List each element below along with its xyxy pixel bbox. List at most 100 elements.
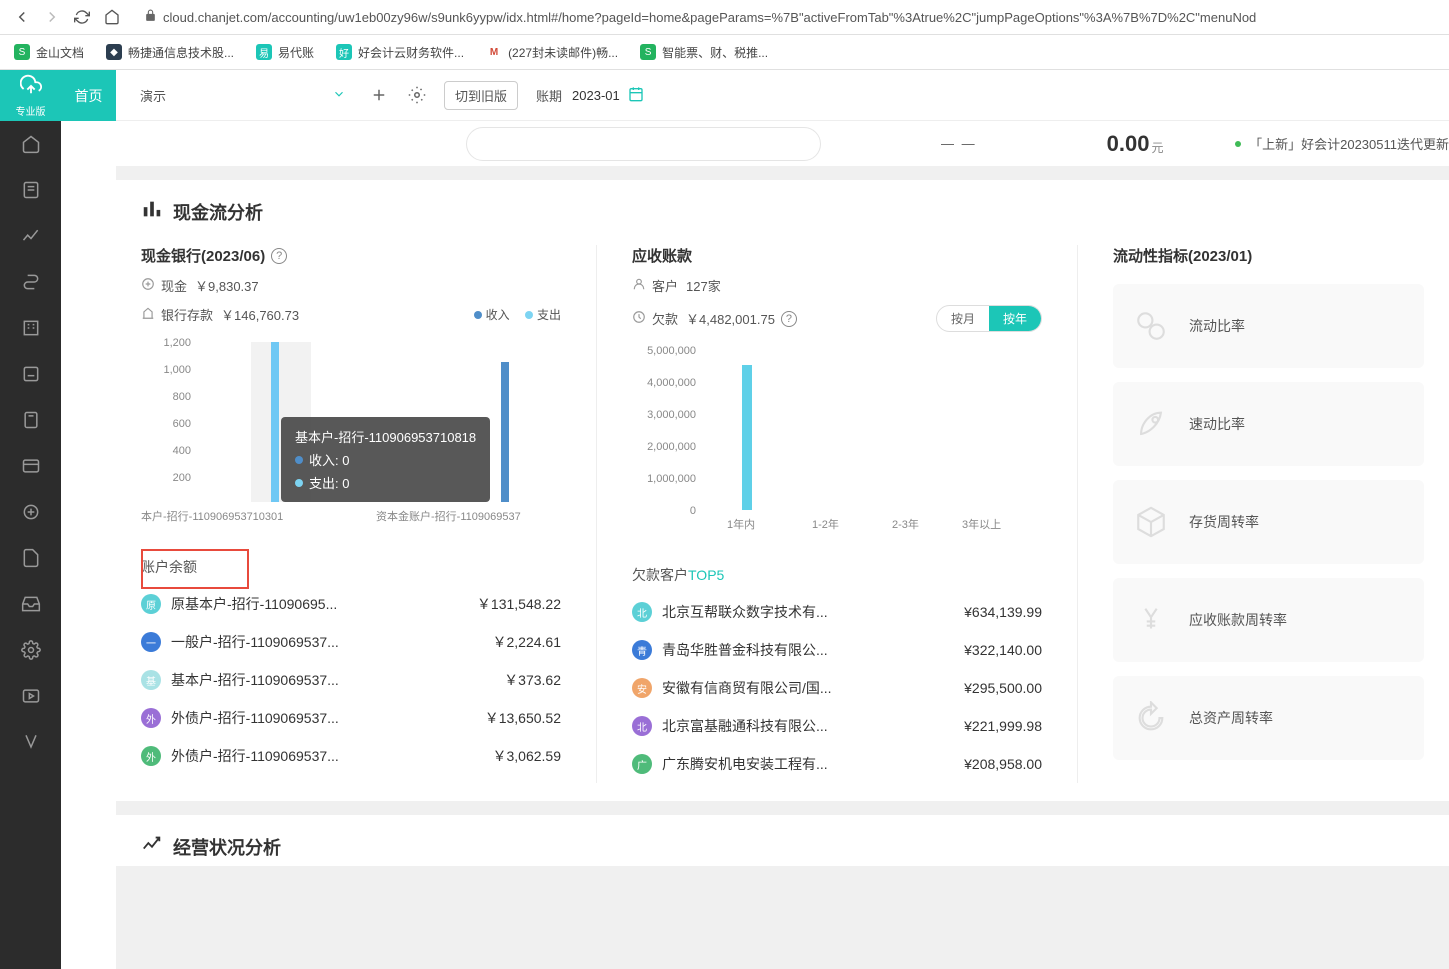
- section-title: 现金流分析: [141, 198, 1424, 225]
- chart-tooltip: 基本户-招行-110906953710818 收入: 0 支出: 0: [281, 417, 490, 502]
- owe-stat: 欠款 ￥4,482,001.75 ? 按月 按年: [632, 305, 1042, 332]
- chart-bar[interactable]: [742, 365, 752, 510]
- toggle-month[interactable]: 按月: [937, 306, 989, 331]
- nav-video-icon[interactable]: [0, 673, 61, 719]
- badge-icon: 一: [141, 632, 161, 652]
- metric-card[interactable]: 流动比率: [1113, 284, 1424, 368]
- amount-zero: 0.00: [1107, 131, 1150, 157]
- highlight-box: [141, 549, 249, 589]
- chart-legend: 收入 支出: [462, 306, 561, 323]
- nav-building-icon[interactable]: [0, 305, 61, 351]
- forward-button[interactable]: [40, 5, 64, 29]
- product-edition: 专业版: [16, 103, 46, 118]
- bookmark-item[interactable]: 好好会计云财务软件...: [336, 44, 464, 61]
- nav-report-icon[interactable]: [0, 213, 61, 259]
- lock-icon: [144, 9, 157, 25]
- chart-bar[interactable]: [501, 362, 509, 502]
- balance-row[interactable]: 外外债户-招行-1109069537...￥3,062.59: [141, 737, 561, 775]
- top-toolbar: 演示 切到旧版 账期 2023-01: [116, 70, 1449, 121]
- bar-chart-icon: [141, 198, 163, 225]
- metric-card[interactable]: 应收账款周转率: [1113, 578, 1424, 662]
- nav-calc-icon[interactable]: [0, 397, 61, 443]
- chevron-down-icon: [332, 87, 346, 104]
- gear-button[interactable]: [400, 78, 434, 112]
- badge-icon: 基: [141, 670, 161, 690]
- back-button[interactable]: [10, 5, 34, 29]
- ratio-icon: [1131, 306, 1171, 346]
- bookmark-item[interactable]: 易易代账: [256, 44, 314, 61]
- nav-voucher-icon[interactable]: [0, 167, 61, 213]
- badge-icon: 广: [632, 754, 652, 774]
- balance-row[interactable]: 一一般户-招行-1109069537...￥2,224.61: [141, 623, 561, 661]
- bookmark-item[interactable]: ◆畅捷通信息技术股...: [106, 44, 234, 61]
- top5-row[interactable]: 广广东腾安机电安装工程有...¥208,958.00: [632, 745, 1042, 783]
- news-ticker[interactable]: 「上新」好会计20230511迭代更新: [1235, 134, 1449, 153]
- balance-row[interactable]: 外外债户-招行-1109069537...￥13,650.52: [141, 699, 561, 737]
- product-logo[interactable]: 专业版: [0, 70, 61, 121]
- nav-inbox-icon[interactable]: [0, 581, 61, 627]
- home-button[interactable]: [100, 5, 124, 29]
- plus-button[interactable]: [362, 78, 396, 112]
- news-text: 「上新」好会计20230511迭代更新: [1249, 134, 1449, 153]
- address-bar[interactable]: cloud.chanjet.com/accounting/uw1eb00zy96…: [130, 9, 1439, 25]
- receivable-title: 应收账款: [632, 245, 1042, 266]
- nav-archive-icon[interactable]: [0, 443, 61, 489]
- search-pill[interactable]: [466, 127, 821, 161]
- help-icon[interactable]: ?: [271, 248, 287, 264]
- top5-row[interactable]: 安安徽有信商贸有限公司/国...¥295,500.00: [632, 669, 1042, 707]
- liquidity-title: 流动性指标(2023/01): [1113, 245, 1424, 266]
- nav-home-icon[interactable]: [0, 121, 61, 167]
- receivable-chart[interactable]: 5,000,000 4,000,000 3,000,000 2,000,000 …: [632, 350, 1042, 550]
- top5-title: 欠款客户TOP5: [632, 565, 1042, 585]
- yen-cycle-icon: [1131, 600, 1171, 640]
- nav-doc-icon[interactable]: [0, 535, 61, 581]
- company-dropdown[interactable]: 演示: [128, 79, 358, 111]
- balance-row[interactable]: 基基本户-招行-1109069537...￥373.62: [141, 661, 561, 699]
- metric-card[interactable]: 存货周转率: [1113, 480, 1424, 564]
- calendar-icon[interactable]: [628, 86, 644, 105]
- cloud-upload-icon: [20, 74, 42, 101]
- badge-icon: 外: [141, 746, 161, 766]
- badge-icon: 外: [141, 708, 161, 728]
- cash-bank-chart[interactable]: 1,200 1,000 800 600 400 200 本户-招行-110906…: [141, 342, 561, 542]
- rocket-icon: [1131, 404, 1171, 444]
- toggle-year[interactable]: 按年: [989, 306, 1041, 331]
- bookmark-item[interactable]: S智能票、财、税推...: [640, 44, 768, 61]
- bookmarks-bar: S金山文档 ◆畅捷通信息技术股... 易易代账 好好会计云财务软件... M(2…: [0, 35, 1449, 70]
- nav-settings-icon[interactable]: [0, 627, 61, 673]
- bookmark-item[interactable]: S金山文档: [14, 44, 84, 61]
- chart-bar[interactable]: [271, 342, 279, 502]
- switch-old-button[interactable]: 切到旧版: [444, 81, 518, 110]
- help-icon[interactable]: ?: [781, 311, 797, 327]
- cycle-icon: [1131, 698, 1171, 738]
- badge-icon: 安: [632, 678, 652, 698]
- coin-icon: [141, 277, 155, 294]
- top5-row[interactable]: 青青岛华胜普金科技有限公...¥322,140.00: [632, 631, 1042, 669]
- cash-bank-panel: 现金银行(2023/06) ? 现金 ￥9,830.37 银行存款 ￥146,7…: [141, 245, 561, 783]
- bank-icon: [141, 306, 155, 323]
- nav-asset-icon[interactable]: [0, 489, 61, 535]
- cash-bank-title: 现金银行(2023/06) ?: [141, 245, 561, 266]
- nav-v-icon[interactable]: [0, 719, 61, 765]
- cash-stat: 现金 ￥9,830.37: [141, 276, 561, 295]
- box-icon: [1131, 502, 1171, 542]
- top5-row[interactable]: 北北京富基融通科技有限公...¥221,999.98: [632, 707, 1042, 745]
- clock-icon: [632, 310, 646, 327]
- balance-row[interactable]: 原原基本户-招行-11090695...￥131,548.22: [141, 585, 561, 623]
- metric-card[interactable]: 总资产周转率: [1113, 676, 1424, 760]
- user-icon: [632, 277, 646, 294]
- tabs-column: 首页: [61, 70, 116, 969]
- top5-row[interactable]: 北北京互帮联众数字技术有...¥634,139.99: [632, 593, 1042, 631]
- metric-card[interactable]: 速动比率: [1113, 382, 1424, 466]
- tab-home[interactable]: 首页: [61, 70, 116, 121]
- nav-money-icon[interactable]: [0, 259, 61, 305]
- badge-icon: 青: [632, 640, 652, 660]
- balance-list: 原原基本户-招行-11090695...￥131,548.22 一一般户-招行-…: [141, 585, 561, 775]
- nav-tax-icon[interactable]: [0, 351, 61, 397]
- reload-button[interactable]: [70, 5, 94, 29]
- badge-icon: 北: [632, 602, 652, 622]
- client-stat: 客户 127家: [632, 276, 1042, 295]
- section-title: 经营状况分析: [141, 833, 1424, 860]
- bookmark-item[interactable]: M(227封未读邮件)畅...: [486, 44, 618, 61]
- cashflow-section: 现金流分析 现金银行(2023/06) ? 现金 ￥9,830.37: [116, 180, 1449, 801]
